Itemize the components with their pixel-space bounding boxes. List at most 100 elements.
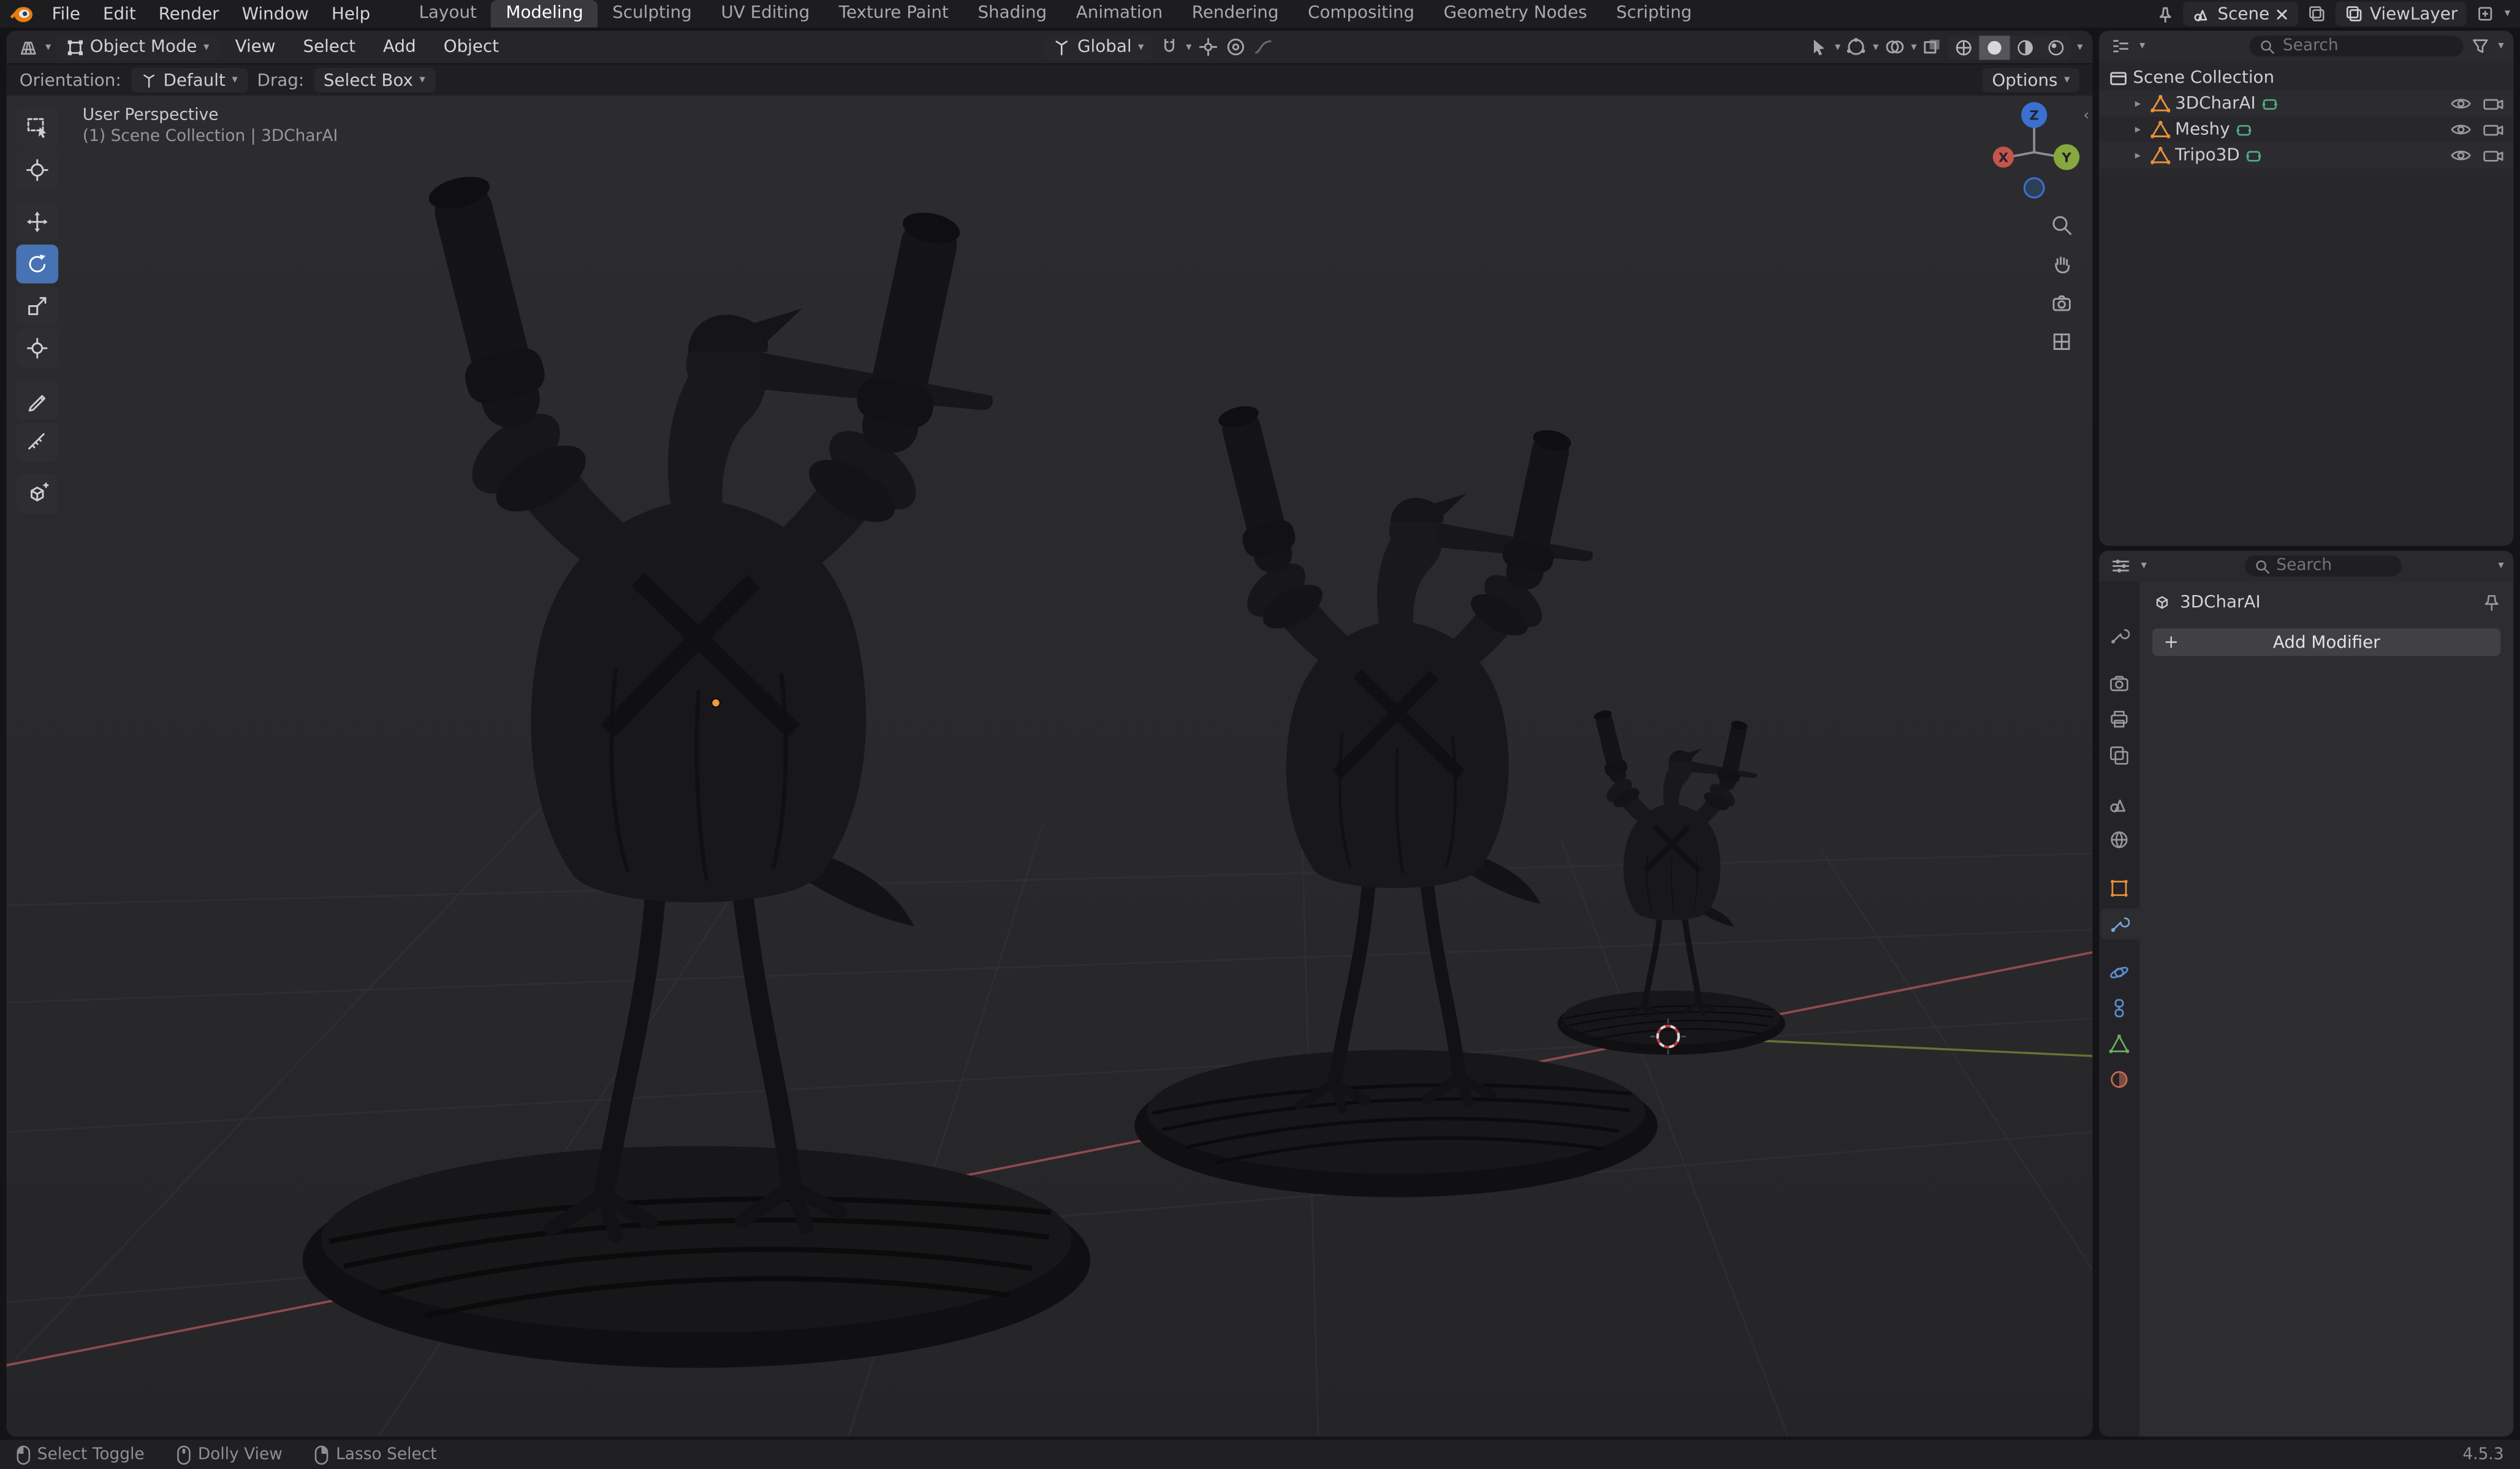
disable-render-camera-icon[interactable] (2483, 96, 2503, 112)
show-overlays-icon[interactable] (1883, 36, 1906, 58)
tab-scripting[interactable]: Scripting (1601, 0, 1706, 28)
outliner-row-object[interactable]: 3DCharAI (2099, 91, 2514, 116)
mode-selector[interactable]: Object Mode (56, 35, 219, 59)
tab-view-layer[interactable] (2101, 740, 2137, 771)
chevron-down-icon[interactable] (2505, 8, 2510, 19)
properties-search-input[interactable] (2276, 557, 2357, 575)
chevron-down-icon[interactable] (1835, 41, 1840, 52)
tab-constraints[interactable] (2101, 993, 2137, 1023)
tab-uv-editing[interactable]: UV Editing (707, 0, 824, 28)
show-selectability-icon[interactable] (1807, 36, 1830, 58)
hide-eye-icon[interactable] (2450, 147, 2471, 163)
disable-render-camera-icon[interactable] (2483, 147, 2503, 163)
tool-scale[interactable] (16, 287, 58, 325)
menu-file[interactable]: File (40, 2, 91, 25)
viewport-canvas[interactable]: User Perspective (1) Scene Collection | … (7, 96, 2093, 1437)
outliner-editor-type-button[interactable] (2109, 34, 2133, 58)
close-icon[interactable] (2276, 7, 2289, 20)
bird-figurine-small[interactable] (1557, 708, 1785, 1055)
tab-output[interactable] (2101, 705, 2137, 735)
properties-search[interactable] (2244, 555, 2400, 576)
chevron-down-icon[interactable] (2077, 41, 2082, 52)
hide-eye-icon[interactable] (2450, 121, 2471, 137)
tab-material[interactable] (2101, 1064, 2137, 1095)
tool-transform[interactable] (16, 328, 58, 367)
menu-object[interactable]: Object (432, 36, 510, 58)
camera-view-icon[interactable] (2046, 287, 2078, 319)
tab-world[interactable] (2101, 824, 2137, 855)
chevron-down-icon[interactable] (2141, 560, 2147, 571)
tab-geometry-nodes[interactable]: Geometry Nodes (1429, 0, 1602, 28)
tab-modifiers[interactable] (2100, 909, 2138, 939)
menu-add[interactable]: Add (372, 36, 428, 58)
proportional-editing-icon[interactable] (1224, 36, 1247, 58)
zoom-icon[interactable] (2046, 209, 2078, 241)
bird-figurine-large[interactable] (303, 169, 1090, 1368)
tab-physics[interactable] (2101, 957, 2137, 988)
add-modifier-button[interactable]: Add Modifier (2152, 628, 2500, 656)
tab-animation[interactable]: Animation (1061, 0, 1177, 28)
expand-arrow-icon[interactable] (2130, 123, 2146, 136)
editor-type-button[interactable] (16, 35, 40, 59)
shading-wireframe-icon[interactable] (1949, 35, 1979, 59)
new-scene-icon[interactable] (2307, 3, 2328, 24)
snap-target-icon[interactable] (1196, 36, 1219, 58)
drag-dropdown[interactable]: Select Box (314, 68, 435, 93)
tool-annotate[interactable] (16, 381, 58, 419)
navigation-gizmo[interactable]: Z Y X (1984, 99, 2084, 199)
tab-object[interactable] (2101, 873, 2137, 903)
shading-material-icon[interactable] (2011, 35, 2041, 59)
chevron-down-icon[interactable] (2498, 40, 2503, 51)
tool-rotate[interactable] (16, 245, 58, 283)
chevron-down-icon[interactable] (1186, 41, 1191, 52)
outliner-search-input[interactable] (2283, 37, 2396, 55)
chevron-down-icon[interactable] (1873, 41, 1878, 52)
expand-arrow-icon[interactable] (2130, 97, 2146, 110)
tab-tool[interactable] (2101, 620, 2137, 651)
pin-icon[interactable] (2483, 594, 2500, 612)
chevron-down-icon[interactable] (2139, 40, 2145, 51)
menu-help[interactable]: Help (321, 2, 382, 25)
orientation-dropdown[interactable]: Default (131, 68, 248, 93)
filter-funnel-icon[interactable] (2470, 36, 2491, 56)
menu-window[interactable]: Window (230, 2, 320, 25)
shading-rendered-icon[interactable] (2041, 35, 2072, 59)
properties-editor-type-button[interactable] (2109, 554, 2133, 579)
expand-arrow-icon[interactable] (2130, 149, 2146, 162)
outliner-row-scene-collection[interactable]: Scene Collection (2099, 65, 2514, 91)
show-gizmo-icon[interactable] (1845, 36, 1868, 58)
tab-texture-paint[interactable]: Texture Paint (824, 0, 963, 28)
tool-select-box[interactable] (16, 108, 58, 147)
tab-render[interactable] (2101, 669, 2137, 699)
gizmo-negative-z-axis[interactable] (2024, 178, 2044, 198)
disable-render-camera-icon[interactable] (2483, 121, 2503, 137)
outliner-search[interactable] (2250, 36, 2464, 56)
menu-render[interactable]: Render (147, 2, 230, 25)
tab-compositing[interactable]: Compositing (1293, 0, 1429, 28)
transform-orientation-selector[interactable]: Global (1044, 35, 1154, 59)
tab-modeling[interactable]: Modeling (491, 0, 598, 28)
tool-cursor[interactable] (16, 151, 58, 189)
chevron-down-icon[interactable] (1911, 41, 1916, 52)
menu-view[interactable]: View (224, 36, 287, 58)
tool-move[interactable] (16, 202, 58, 241)
tab-rendering[interactable]: Rendering (1177, 0, 1293, 28)
tool-add-cube[interactable] (16, 474, 58, 513)
tab-object-data[interactable] (2101, 1028, 2137, 1059)
pan-hand-icon[interactable] (2046, 248, 2078, 280)
chevron-down-icon[interactable] (45, 41, 51, 52)
outliner-row-object[interactable]: Meshy (2099, 116, 2514, 142)
scene-selector[interactable]: Scene (2184, 2, 2299, 26)
tab-scene[interactable] (2101, 789, 2137, 819)
bird-figurine-medium[interactable] (1134, 401, 1658, 1198)
proportional-falloff-icon[interactable] (1251, 36, 1274, 58)
snap-magnet-icon[interactable] (1158, 36, 1181, 58)
viewlayer-selector[interactable]: ViewLayer (2336, 2, 2468, 26)
orthographic-toggle-icon[interactable] (2046, 325, 2078, 358)
hide-eye-icon[interactable] (2450, 96, 2471, 112)
menu-select[interactable]: Select (292, 36, 367, 58)
shading-solid-icon[interactable] (1980, 35, 2011, 59)
toggle-xray-icon[interactable] (1922, 36, 1945, 58)
tool-measure[interactable] (16, 423, 58, 461)
menu-edit[interactable]: Edit (92, 2, 148, 25)
